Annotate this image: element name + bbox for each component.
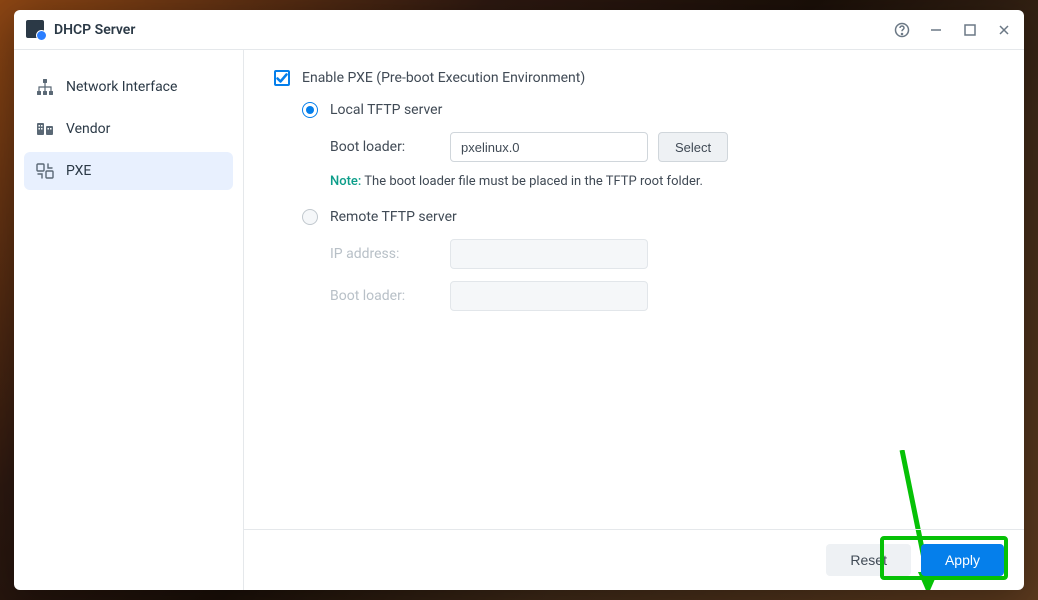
pxe-icon	[36, 162, 54, 180]
boot-loader-row: Boot loader: Select	[330, 132, 994, 162]
remote-boot-loader-input	[450, 281, 648, 311]
sidebar: Network Interface Vendor PXE	[14, 50, 244, 590]
local-tftp-radio[interactable]	[302, 102, 318, 118]
vendor-icon	[36, 120, 54, 138]
enable-pxe-label: Enable PXE (Pre-boot Execution Environme…	[302, 70, 585, 86]
titlebar: DHCP Server	[14, 10, 1024, 50]
sidebar-item-pxe[interactable]: PXE	[24, 152, 233, 190]
sidebar-item-network-interface[interactable]: Network Interface	[24, 68, 233, 106]
help-icon[interactable]	[894, 22, 910, 38]
local-tftp-label: Local TFTP server	[330, 102, 442, 118]
sidebar-item-label: Network Interface	[66, 79, 177, 95]
close-icon[interactable]	[996, 22, 1012, 38]
tftp-radio-group: Local TFTP server Boot loader: Select No…	[302, 102, 994, 311]
local-tftp-row: Local TFTP server	[302, 102, 994, 118]
footer: Reset Apply	[244, 529, 1024, 590]
network-icon	[36, 78, 54, 96]
apply-button[interactable]: Apply	[921, 544, 1004, 576]
sidebar-item-vendor[interactable]: Vendor	[24, 110, 233, 148]
sidebar-item-label: Vendor	[66, 121, 110, 137]
ip-address-row: IP address:	[330, 239, 994, 269]
boot-loader-input[interactable]	[450, 132, 648, 162]
ip-address-label: IP address:	[330, 246, 450, 262]
note-text: The boot loader file must be placed in t…	[361, 174, 703, 189]
reset-button[interactable]: Reset	[826, 544, 911, 576]
ip-address-input	[450, 239, 648, 269]
form-area: Enable PXE (Pre-boot Execution Environme…	[244, 50, 1024, 529]
app-window: DHCP Server Network Interface	[14, 10, 1024, 590]
note-row: Note: The boot loader file must be place…	[330, 174, 994, 189]
remote-tftp-radio[interactable]	[302, 209, 318, 225]
app-icon	[26, 20, 46, 40]
window-title: DHCP Server	[54, 22, 894, 38]
main-panel: Enable PXE (Pre-boot Execution Environme…	[244, 50, 1024, 590]
remote-tftp-label: Remote TFTP server	[330, 209, 457, 225]
enable-pxe-checkbox[interactable]	[274, 70, 290, 86]
content-area: Network Interface Vendor PXE	[14, 50, 1024, 590]
note-label: Note:	[330, 174, 361, 189]
enable-pxe-row: Enable PXE (Pre-boot Execution Environme…	[274, 70, 994, 86]
window-controls	[894, 22, 1012, 38]
maximize-icon[interactable]	[962, 22, 978, 38]
remote-tftp-row: Remote TFTP server	[302, 209, 994, 225]
local-tftp-fields: Boot loader: Select	[330, 132, 994, 162]
select-button[interactable]: Select	[658, 132, 728, 162]
sidebar-item-label: PXE	[66, 163, 91, 179]
boot-loader-label: Boot loader:	[330, 139, 450, 155]
remote-tftp-fields: IP address: Boot loader:	[330, 239, 994, 311]
minimize-icon[interactable]	[928, 22, 944, 38]
remote-boot-loader-label: Boot loader:	[330, 288, 450, 304]
remote-boot-loader-row: Boot loader:	[330, 281, 994, 311]
